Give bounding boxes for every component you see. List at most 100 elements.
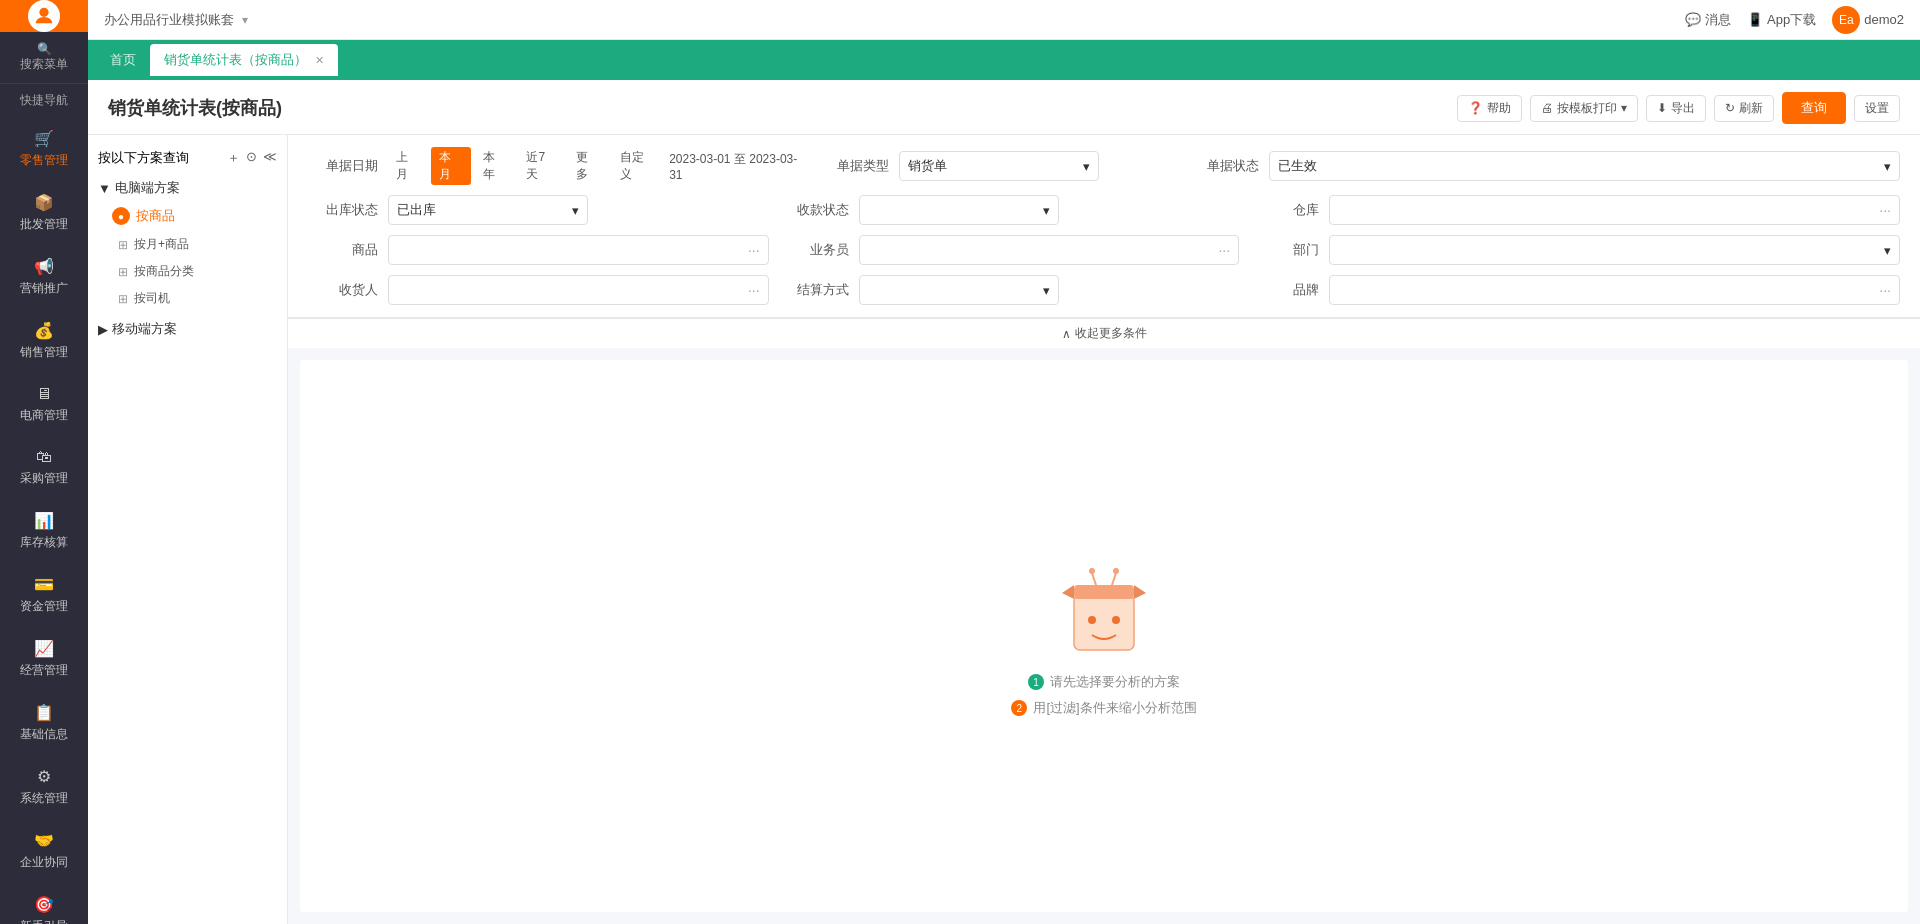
date-tab-more[interactable]: 更多 (568, 147, 607, 185)
wholesale-label: 批发管理 (20, 216, 68, 233)
tab-home[interactable]: 首页 (96, 44, 150, 76)
page-content: 销货单统计表(按商品) ❓ 帮助 🖨 按模板打印 ▾ ⬇ 导出 ↻ 刷新 (88, 80, 1920, 924)
sidebar-item-enterprise[interactable]: 🤝 企业协同 (0, 819, 88, 883)
brand-dots: ··· (1879, 282, 1891, 298)
doc-type-select[interactable]: 销货单 ▾ (899, 151, 1099, 181)
sidebar-item-marketing[interactable]: 📢 营销推广 (0, 245, 88, 309)
date-tab-this-year[interactable]: 本年 (475, 147, 514, 185)
tab-close-icon[interactable]: ✕ (315, 54, 324, 67)
edit-scheme-icon[interactable]: ⊙ (246, 149, 257, 167)
scheme-group-mobile-header[interactable]: ▶ 移动端方案 (88, 316, 287, 342)
goods-input[interactable]: ··· (388, 235, 769, 265)
export-btn[interactable]: ⬇ 导出 (1646, 95, 1706, 122)
sidebar-item-system[interactable]: ⚙ 系统管理 (0, 755, 88, 819)
tab-home-label: 首页 (110, 51, 136, 69)
sidebar-item-newbie[interactable]: 🎯 新手引导 (0, 883, 88, 924)
date-label: 单据日期 (308, 157, 378, 175)
brand-input[interactable]: ··· (1329, 275, 1900, 305)
user-name: demo2 (1864, 12, 1904, 27)
collapse-scheme-icon[interactable]: ≪ (263, 149, 277, 167)
department-select[interactable]: ▾ (1329, 235, 1900, 265)
sales-icon: 💰 (34, 321, 54, 340)
date-tab-this-month[interactable]: 本月 (431, 147, 470, 185)
doc-type-value: 销货单 (908, 157, 947, 175)
message-label: 消息 (1705, 11, 1731, 29)
sidebar-item-basic[interactable]: 📋 基础信息 (0, 691, 88, 755)
receiver-control: ··· (388, 275, 769, 305)
help-label: 帮助 (1487, 100, 1511, 117)
svg-marker-4 (1134, 585, 1146, 599)
empty-state: 1 请先选择要分析的方案 2 用[过滤]条件来缩小分析范围 (300, 360, 1908, 912)
retail-label: 零售管理 (20, 152, 68, 169)
sidebar-item-ecommerce[interactable]: 🖥 电商管理 (0, 373, 88, 436)
expand-icon: ▼ (98, 181, 111, 196)
dot-2: 2 (1011, 700, 1027, 716)
empty-hint-1: 1 请先选择要分析的方案 (1028, 673, 1180, 691)
sidebar-item-retail[interactable]: 🛒 零售管理 (0, 117, 88, 181)
page-title: 销货单统计表(按商品) (108, 96, 282, 130)
svg-rect-1 (1074, 595, 1134, 650)
out-status-select[interactable]: 已出库 ▾ (388, 195, 588, 225)
print-btn[interactable]: 🖨 按模板打印 ▾ (1530, 95, 1638, 122)
newbie-label: 新手引导 (20, 918, 68, 924)
collect-status-select[interactable]: ▾ (859, 195, 1059, 225)
svg-marker-3 (1062, 585, 1074, 599)
salesman-input[interactable]: ··· (859, 235, 1240, 265)
chevron-down-icon-1: ▾ (1083, 159, 1090, 174)
app-download-btn[interactable]: 📱 App下载 (1747, 11, 1816, 29)
top-bar-arrow[interactable]: ▾ (242, 13, 248, 27)
scheme-item-by-category[interactable]: ⊞ 按商品分类 (88, 258, 287, 285)
grid-icon-3: ⊞ (118, 292, 128, 306)
top-bar-title: 办公用品行业模拟账套 (104, 11, 234, 29)
sidebar-item-stock[interactable]: 📊 库存核算 (0, 499, 88, 563)
add-scheme-icon[interactable]: ＋ (227, 149, 240, 167)
chevron-down-icon-6: ▾ (1043, 283, 1050, 298)
quick-nav[interactable]: 快捷导航 (20, 84, 68, 117)
refresh-icon: ↻ (1725, 101, 1735, 115)
desktop-group-label: 电脑端方案 (115, 179, 180, 197)
chevron-down-icon-2: ▾ (1884, 159, 1891, 174)
scheme-panel: 按以下方案查询 ＋ ⊙ ≪ ▼ 电脑端方案 ● 按商品 (88, 135, 288, 924)
settings-btn[interactable]: 设置 (1854, 95, 1900, 122)
scheme-item-by-machine[interactable]: ⊞ 按司机 (88, 285, 287, 312)
content-body: 按以下方案查询 ＋ ⊙ ≪ ▼ 电脑端方案 ● 按商品 (88, 135, 1920, 924)
sidebar-item-sales[interactable]: 💰 销售管理 (0, 309, 88, 373)
user-menu[interactable]: Ea demo2 (1832, 6, 1904, 34)
by-month-product-label: 按月+商品 (134, 236, 189, 253)
query-btn[interactable]: 查询 (1782, 92, 1846, 124)
settlement-select[interactable]: ▾ (859, 275, 1059, 305)
sidebar-item-operation[interactable]: 📈 经营管理 (0, 627, 88, 691)
by-machine-label: 按司机 (134, 290, 170, 307)
scheme-item-by-product[interactable]: ● 按商品 (88, 201, 287, 231)
print-label: 按模板打印 (1557, 100, 1617, 117)
chevron-down-icon-4: ▾ (1043, 203, 1050, 218)
doc-status-select[interactable]: 已生效 ▾ (1269, 151, 1900, 181)
ecommerce-icon: 🖥 (36, 385, 52, 403)
quick-nav-label: 快捷导航 (20, 93, 68, 107)
retail-icon: 🛒 (34, 129, 54, 148)
scheme-group-desktop-header[interactable]: ▼ 电脑端方案 (88, 175, 287, 201)
message-btn[interactable]: 💬 消息 (1685, 11, 1731, 29)
date-tab-last-month[interactable]: 上月 (388, 147, 427, 185)
sidebar-item-purchase[interactable]: 🛍 采购管理 (0, 436, 88, 499)
print-arrow-icon: ▾ (1621, 101, 1627, 115)
sidebar-item-wholesale[interactable]: 📦 批发管理 (0, 181, 88, 245)
date-tab-custom[interactable]: 自定义 (612, 147, 663, 185)
scheme-item-by-month-product[interactable]: ⊞ 按月+商品 (88, 231, 287, 258)
warehouse-input[interactable]: ··· (1329, 195, 1900, 225)
filter-row-3: 商品 ··· 业务员 ··· (308, 235, 1900, 265)
user-initial: Ea (1839, 13, 1854, 27)
sidebar-item-finance[interactable]: 💳 资金管理 (0, 563, 88, 627)
refresh-btn[interactable]: ↻ 刷新 (1714, 95, 1774, 122)
help-btn[interactable]: ❓ 帮助 (1457, 95, 1522, 122)
tab-sales-stat[interactable]: 销货单统计表（按商品） ✕ (150, 44, 338, 76)
top-bar-right: 💬 消息 📱 App下载 Ea demo2 (1685, 6, 1904, 34)
salesman-label: 业务员 (779, 241, 849, 259)
receiver-input[interactable]: ··· (388, 275, 769, 305)
settings-label: 设置 (1865, 101, 1889, 115)
collapse-btn[interactable]: ∧ 收起更多条件 (288, 318, 1920, 348)
newbie-icon: 🎯 (34, 895, 54, 914)
search-menu[interactable]: 🔍 搜索菜单 (0, 32, 88, 84)
date-tab-7days[interactable]: 近7天 (518, 147, 564, 185)
brand-label: 品牌 (1249, 281, 1319, 299)
